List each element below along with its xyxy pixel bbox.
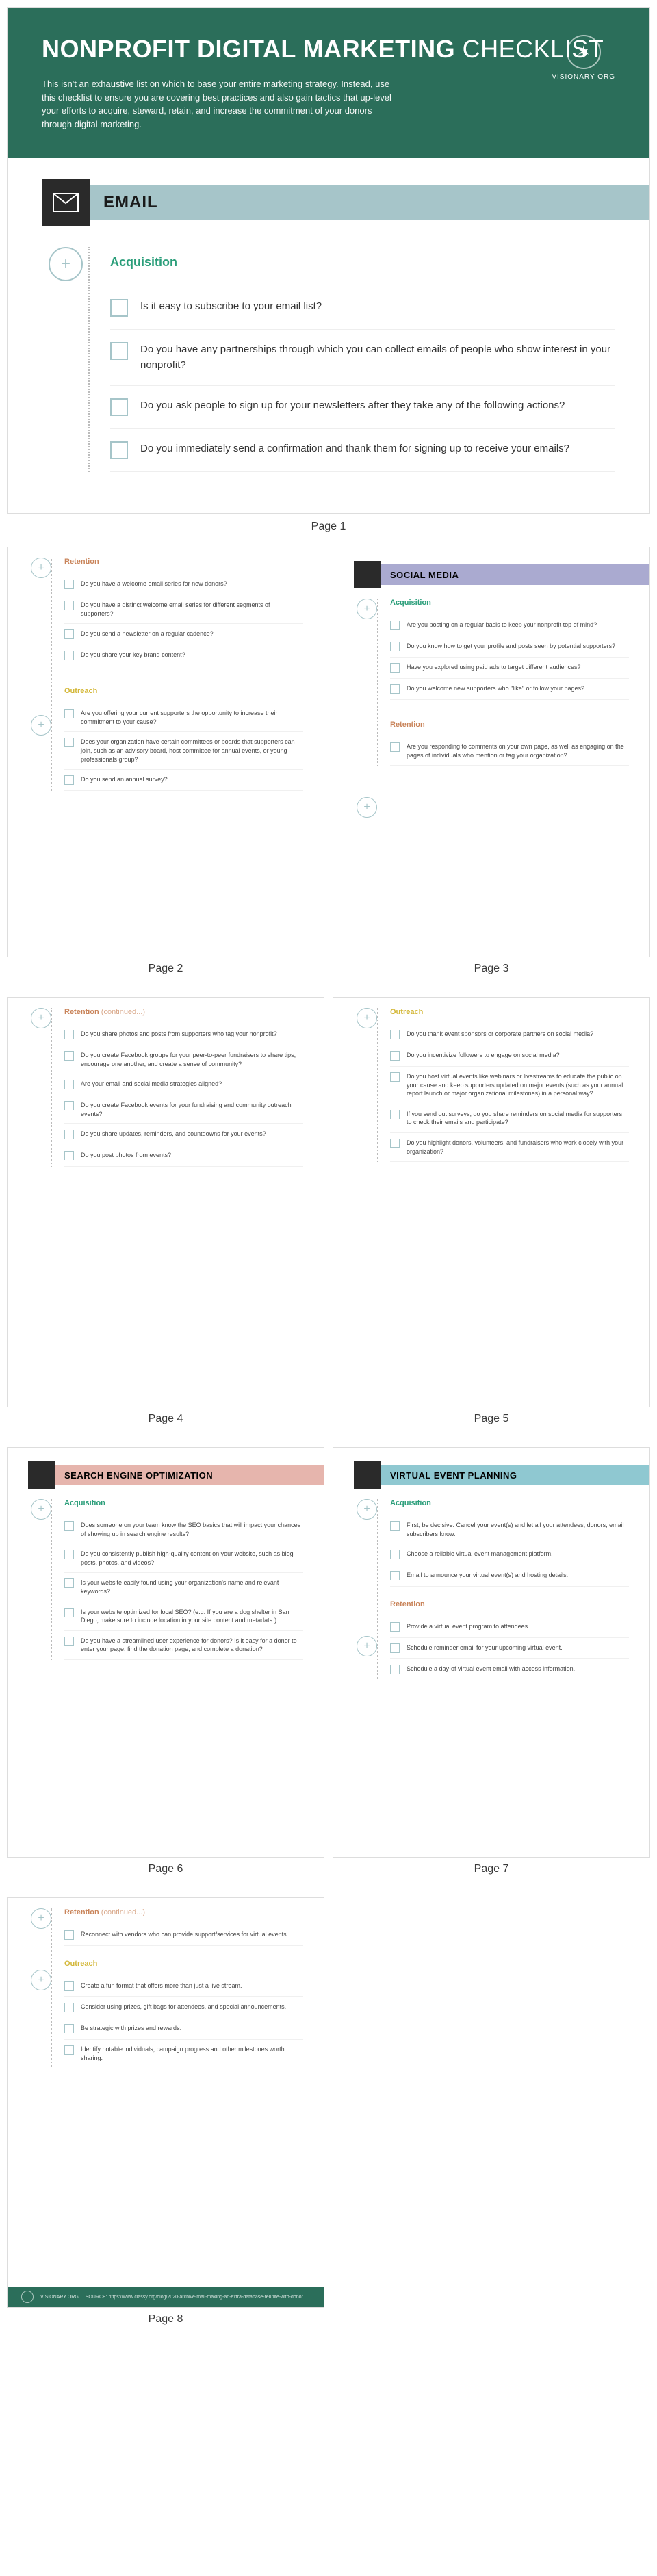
checkbox[interactable] bbox=[390, 684, 400, 694]
checkbox[interactable] bbox=[390, 1665, 400, 1674]
logo-icon: ✶ bbox=[567, 35, 601, 69]
checkbox[interactable] bbox=[64, 1637, 74, 1646]
plus-icon: + bbox=[357, 599, 377, 619]
checkbox[interactable] bbox=[64, 709, 74, 718]
checkbox[interactable] bbox=[64, 1130, 74, 1139]
checkbox[interactable] bbox=[64, 651, 74, 660]
checkbox[interactable] bbox=[64, 1608, 74, 1617]
logo: ✶ VISIONARY ORG bbox=[552, 35, 615, 81]
checkbox[interactable] bbox=[110, 342, 128, 360]
envelope-icon bbox=[42, 179, 90, 226]
checkbox[interactable] bbox=[64, 1151, 74, 1160]
checkbox[interactable] bbox=[390, 642, 400, 651]
checkbox[interactable] bbox=[64, 601, 74, 610]
plus-icon: + bbox=[357, 1636, 377, 1656]
checkbox[interactable] bbox=[64, 1578, 74, 1588]
checkbox[interactable] bbox=[64, 2045, 74, 2055]
checkbox[interactable] bbox=[390, 1571, 400, 1580]
plus-icon: + bbox=[357, 1008, 377, 1028]
checkbox[interactable] bbox=[64, 1030, 74, 1039]
checkbox[interactable] bbox=[390, 1622, 400, 1632]
page-8: ++ Retention (continued...) Reconnect wi… bbox=[7, 1897, 324, 2308]
content: + Acquisition Is it easy to subscribe to… bbox=[8, 226, 649, 513]
section-banner-email: EMAIL bbox=[8, 179, 649, 226]
checkbox[interactable] bbox=[64, 1051, 74, 1061]
plus-icon: + bbox=[31, 715, 51, 736]
social-icon bbox=[354, 561, 381, 588]
checkbox[interactable] bbox=[64, 1981, 74, 1991]
logo-icon bbox=[21, 2291, 34, 2303]
checkbox[interactable] bbox=[110, 398, 128, 416]
checkbox[interactable] bbox=[390, 1139, 400, 1148]
checkbox[interactable] bbox=[390, 621, 400, 630]
seo-icon bbox=[28, 1461, 55, 1489]
timeline: + bbox=[42, 247, 90, 472]
page-2: ++ Retention Do you have a welcome email… bbox=[7, 547, 324, 957]
checkbox[interactable] bbox=[64, 775, 74, 785]
checkbox[interactable] bbox=[64, 1550, 74, 1559]
subsection-title: Acquisition bbox=[110, 247, 615, 270]
plus-icon: + bbox=[357, 797, 377, 818]
checkbox[interactable] bbox=[390, 1030, 400, 1039]
plus-icon: + bbox=[31, 1008, 51, 1028]
checkbox[interactable] bbox=[64, 1930, 74, 1940]
page-5: + Outreach Do you thank event sponsors o… bbox=[333, 997, 650, 1407]
page-3: SOCIAL MEDIA ++ Acquisition Are you post… bbox=[333, 547, 650, 957]
footer: VISIONARY ORG SOURCE: https://www.classy… bbox=[8, 2287, 324, 2307]
checkbox[interactable] bbox=[64, 2003, 74, 2012]
checkbox[interactable] bbox=[390, 1521, 400, 1531]
checkbox[interactable] bbox=[64, 1521, 74, 1531]
checklist-item: Do you have any partnerships through whi… bbox=[110, 330, 615, 386]
section-title: EMAIL bbox=[103, 193, 158, 212]
checkbox[interactable] bbox=[64, 580, 74, 589]
checkbox[interactable] bbox=[390, 1072, 400, 1082]
plus-icon: + bbox=[357, 1499, 377, 1520]
checklist-item: Do you ask people to sign up for your ne… bbox=[110, 386, 615, 429]
checkbox[interactable] bbox=[390, 663, 400, 673]
checkbox[interactable] bbox=[64, 738, 74, 747]
checkbox[interactable] bbox=[64, 629, 74, 639]
intro-text: This isn't an exhaustive list on which t… bbox=[42, 77, 398, 131]
checkbox[interactable] bbox=[64, 2024, 74, 2033]
plus-icon: + bbox=[31, 1908, 51, 1929]
checklist-item: Do you immediately send a confirmation a… bbox=[110, 429, 615, 472]
checkbox[interactable] bbox=[110, 441, 128, 459]
checklist-item: Is it easy to subscribe to your email li… bbox=[110, 287, 615, 330]
page-1: NONPROFIT DIGITAL MARKETING CHECKLIST Th… bbox=[7, 7, 650, 514]
plus-icon: + bbox=[31, 1970, 51, 1990]
checkbox[interactable] bbox=[390, 1051, 400, 1061]
page-4: + Retention (continued...) Do you share … bbox=[7, 997, 324, 1407]
page-7: VIRTUAL EVENT PLANNING ++ Acquisition Fi… bbox=[333, 1447, 650, 1858]
checkbox[interactable] bbox=[390, 742, 400, 752]
checkbox[interactable] bbox=[390, 1110, 400, 1119]
page-6: SEARCH ENGINE OPTIMIZATION + Acquisition… bbox=[7, 1447, 324, 1858]
pages-grid: ++ Retention Do you have a welcome email… bbox=[0, 547, 657, 2339]
logo-text: VISIONARY ORG bbox=[552, 73, 615, 81]
plus-icon: + bbox=[49, 247, 83, 281]
checkbox[interactable] bbox=[64, 1101, 74, 1110]
checkbox[interactable] bbox=[110, 299, 128, 317]
checkbox[interactable] bbox=[64, 1080, 74, 1089]
plus-icon: + bbox=[31, 558, 51, 578]
items: Acquisition Is it easy to subscribe to y… bbox=[110, 247, 615, 472]
header: NONPROFIT DIGITAL MARKETING CHECKLIST Th… bbox=[8, 8, 649, 158]
virtual-icon bbox=[354, 1461, 381, 1489]
plus-icon: + bbox=[31, 1499, 51, 1520]
checkbox[interactable] bbox=[390, 1550, 400, 1559]
page-title: NONPROFIT DIGITAL MARKETING CHECKLIST bbox=[42, 35, 615, 64]
checkbox[interactable] bbox=[390, 1643, 400, 1653]
page-label: Page 1 bbox=[0, 521, 657, 533]
